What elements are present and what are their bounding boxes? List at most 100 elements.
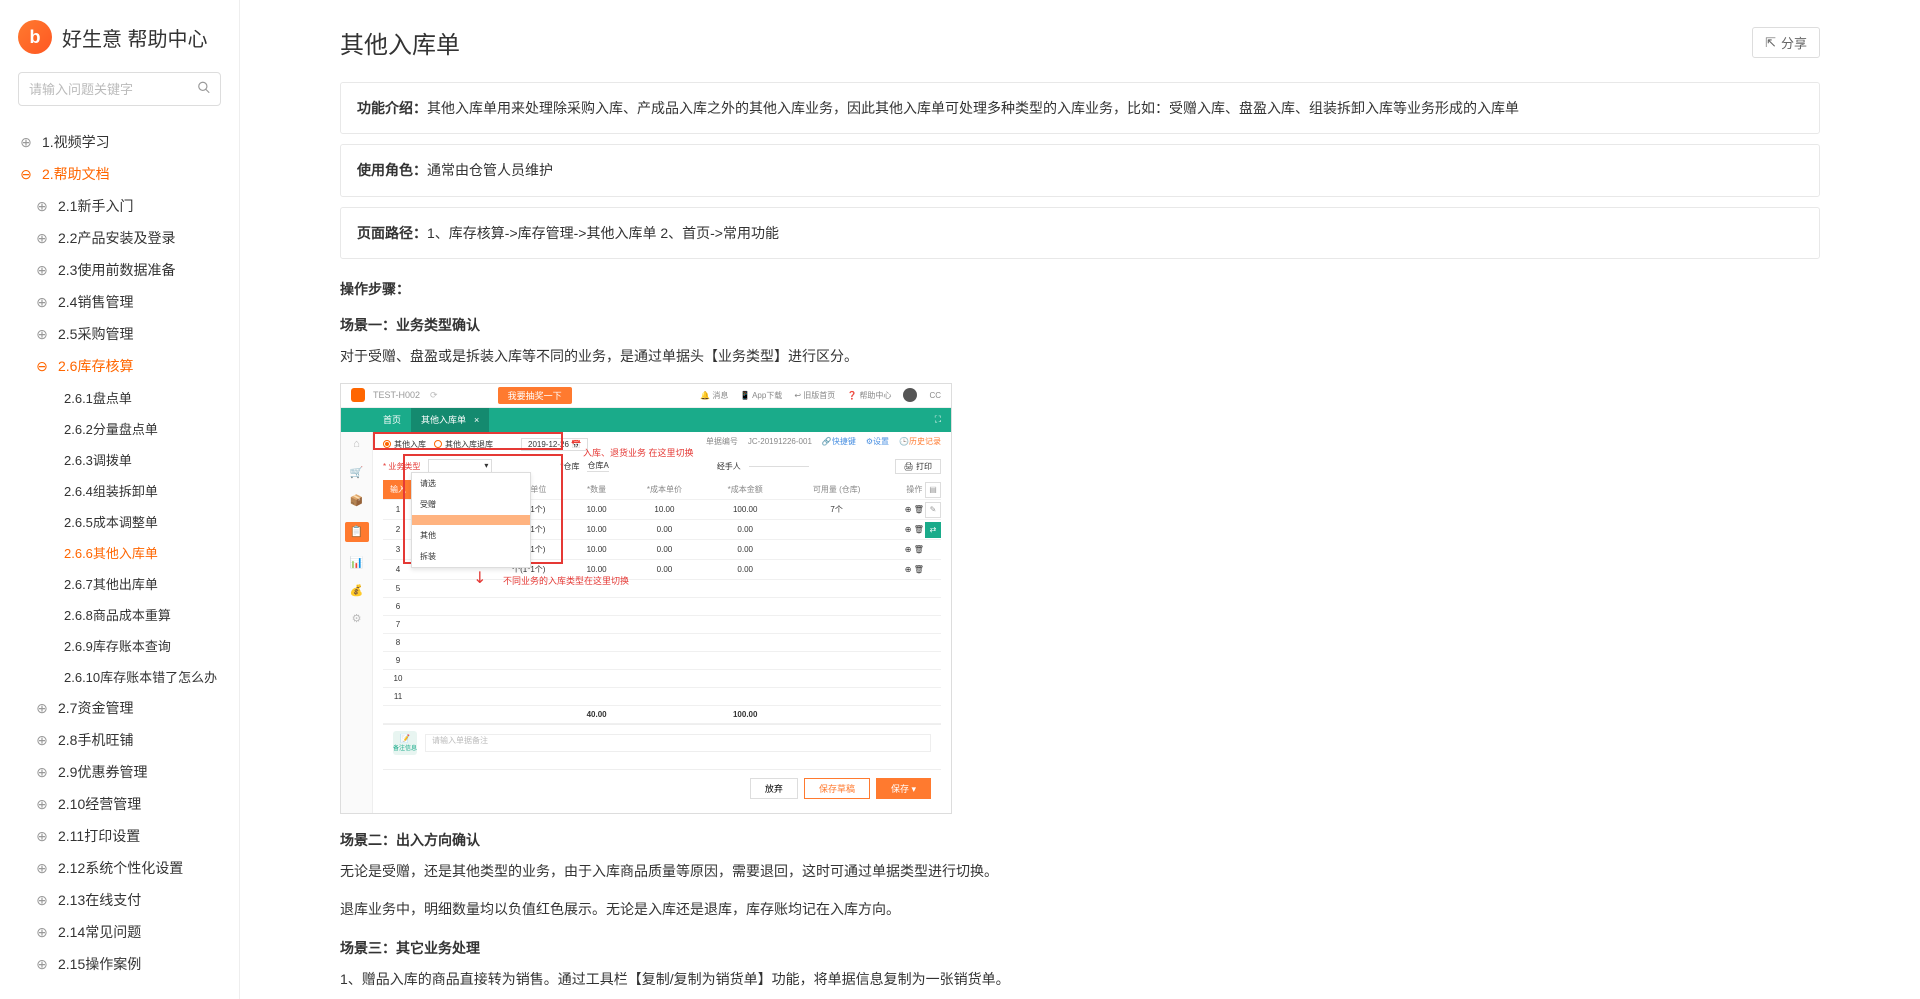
nav-item-2-6-7[interactable]: 2.6.7其他出库单 xyxy=(18,568,221,599)
nav-item-2-12[interactable]: ⊕2.12系统个性化设置 xyxy=(18,852,221,884)
nav-item-2-15[interactable]: ⊕2.15操作案例 xyxy=(18,948,221,980)
nav-label: 2.6.5成本调整单 xyxy=(64,512,158,531)
print-btn: 🖨 打印 xyxy=(895,459,941,474)
nav-item-2-6-6[interactable]: 2.6.6其他入库单 xyxy=(18,537,221,568)
ss-msg: 🔔 消息 xyxy=(700,390,728,401)
table-row: 11 xyxy=(383,687,941,705)
page-title: 其他入库单 xyxy=(340,25,460,60)
nav-item-2-6-2[interactable]: 2.6.2分量盘点单 xyxy=(18,413,221,444)
nav-label: 2.14常见问题 xyxy=(58,922,141,942)
plus-icon: ⊕ xyxy=(34,700,50,716)
nav-item-2-6-10[interactable]: 2.6.10库存账本错了怎么办 xyxy=(18,661,221,692)
search-input[interactable] xyxy=(18,72,221,106)
ss-content: 其他入库 其他入库退库 2019-12-26 📅 ← 入库、退货业务 在这里切换… xyxy=(373,432,951,813)
nav-item-2-1[interactable]: ⊕ 2.1新手入门 xyxy=(18,190,221,222)
annotation-text-1: 入库、退货业务 在这里切换 xyxy=(583,446,694,459)
discard-btn: 放弃 xyxy=(750,778,798,799)
table-row: 6 xyxy=(383,597,941,615)
nav-item-2-6-4[interactable]: 2.6.4组装拆卸单 xyxy=(18,475,221,506)
dd-item-active xyxy=(412,515,530,525)
ss-topbar: TEST-H002 ⟳ 我要抽奖一下 🔔 消息 📱 App下载 ↩ 旧版首页 ❓… xyxy=(341,384,951,408)
handler-input xyxy=(749,466,809,467)
nav-item-2-6-5[interactable]: 2.6.5成本调整单 xyxy=(18,506,221,537)
nav-item-docs[interactable]: ⊖2.帮助文档 xyxy=(18,158,221,190)
share-button[interactable]: ⇱ 分享 xyxy=(1752,27,1820,58)
refresh-icon: ⟳ xyxy=(430,390,438,401)
role-label: 使用角色： xyxy=(357,162,427,178)
nav-label: 2.6.9库存账本查询 xyxy=(64,636,171,655)
role-text: 通常由仓管人员维护 xyxy=(427,162,553,178)
nav-item-2-11[interactable]: ⊕2.11打印设置 xyxy=(18,820,221,852)
nav-item-2-4[interactable]: ⊕ 2.4销售管理 xyxy=(18,286,221,318)
nav-label: 2.1新手入门 xyxy=(58,196,133,216)
page-header: 其他入库单 ⇱ 分享 xyxy=(340,25,1820,60)
plus-icon: ⊕ xyxy=(34,262,50,278)
nav-item-video[interactable]: ⊕1.视频学习 xyxy=(18,126,221,158)
nav-label: 2.4销售管理 xyxy=(58,292,133,312)
nav-label: 2.12系统个性化设置 xyxy=(58,858,183,878)
dd-item: 请选 xyxy=(412,473,530,494)
nav-item-2-3[interactable]: ⊕2.3使用前数据准备 xyxy=(18,254,221,286)
table-row: 8 xyxy=(383,633,941,651)
ss-old: ↩ 旧版首页 xyxy=(794,390,835,401)
nav-item-2-6-8[interactable]: 2.6.8商品成本重算 xyxy=(18,599,221,630)
share-label: 分享 xyxy=(1781,33,1807,52)
plus-icon: ⊕ xyxy=(34,828,50,844)
scenario3-p1: 1、赠品入库的商品直接转为销售。通过工具栏【复制/复制为销货单】功能，将单据信息… xyxy=(340,968,1820,992)
nav-label: 2.6.6其他入库单 xyxy=(64,543,158,562)
expand-icon: ⛶ xyxy=(935,414,941,425)
ss-help: ❓ 帮助中心 xyxy=(847,390,891,401)
intro-text: 其他入库单用来处理除采购入库、产成品入库之外的其他入库业务，因此其他入库单可处理… xyxy=(427,100,1519,116)
note-icon: 📝备注信息 xyxy=(393,731,417,755)
nav-item-2-6-3[interactable]: 2.6.3调拨单 xyxy=(18,444,221,475)
plus-icon: ⊕ xyxy=(34,732,50,748)
ss-test-label: TEST-H002 xyxy=(373,390,420,400)
nav-label: 2.10经营管理 xyxy=(58,794,141,814)
history-link: 🕒历史记录 xyxy=(899,436,941,447)
dd-item: 其他 xyxy=(412,525,530,546)
nav-item-2-6[interactable]: ⊖2.6库存核算 xyxy=(18,350,221,382)
warehouse-val: 仓库A xyxy=(587,460,608,472)
logo[interactable]: b 好生意 帮助中心 xyxy=(18,20,221,54)
nav-label: 2.13在线支付 xyxy=(58,890,141,910)
plus-icon: ⊕ xyxy=(34,294,50,310)
tool-icon-active: ⇄ xyxy=(925,522,941,538)
ss-body: ⌂ 🛒 📦 📋 📊 💰 ⚙ 其他入库 其他入库退库 2019-12 xyxy=(341,432,951,813)
ss-leftbar: ⌂ 🛒 📦 📋 📊 💰 ⚙ xyxy=(341,432,373,813)
main-content: 其他入库单 ⇱ 分享 功能介绍：其他入库单用来处理除采购入库、产成品入库之外的其… xyxy=(240,0,1920,999)
nav-item-2-6-1[interactable]: 2.6.1盘点单 xyxy=(18,382,221,413)
ss-tab-active: 其他入库单× xyxy=(411,408,489,432)
sidebar: b 好生意 帮助中心 ⊕1.视频学习 ⊖2.帮助文档 ⊕ 2.1新手入门 ⊕2.2… xyxy=(0,0,240,999)
search-icon[interactable] xyxy=(197,81,211,98)
nav-item-2-14[interactable]: ⊕2.14常见问题 xyxy=(18,916,221,948)
minus-icon: ⊖ xyxy=(18,166,34,182)
nav-item-2-5[interactable]: ⊕2.5采购管理 xyxy=(18,318,221,350)
ss-lottery-btn: 我要抽奖一下 xyxy=(498,387,572,404)
tool-icon: ✎ xyxy=(925,502,941,518)
plus-icon: ⊕ xyxy=(34,956,50,972)
note-input: 请输入单据备注 xyxy=(425,734,931,752)
avatar-icon xyxy=(903,388,917,402)
dd-item: 受赠 xyxy=(412,494,530,515)
nav-item-2-7[interactable]: ⊕2.7资金管理 xyxy=(18,692,221,724)
nav-item-2-9[interactable]: ⊕2.9优惠券管理 xyxy=(18,756,221,788)
scenario1-text: 对于受赠、盘盈或是拆装入库等不同的业务，是通过单据头【业务类型】进行区分。 xyxy=(340,345,1820,369)
nav-item-2-13[interactable]: ⊕ 2.13在线支付 xyxy=(18,884,221,916)
plus-icon: ⊕ xyxy=(34,230,50,246)
table-row: 5 xyxy=(383,579,941,597)
table-row: 10 xyxy=(383,669,941,687)
nav-item-2-6-9[interactable]: 2.6.9库存账本查询 xyxy=(18,630,221,661)
doc-no-label: 单据编号 xyxy=(706,436,738,447)
nav-item-2-8[interactable]: ⊕2.8手机旺铺 xyxy=(18,724,221,756)
plus-icon: ⊕ xyxy=(34,198,50,214)
plus-icon: ⊕ xyxy=(34,892,50,908)
nav-item-2-10[interactable]: ⊕2.10经营管理 xyxy=(18,788,221,820)
embedded-screenshot: TEST-H002 ⟳ 我要抽奖一下 🔔 消息 📱 App下载 ↩ 旧版首页 ❓… xyxy=(340,383,952,814)
scenario2-p2: 退库业务中，明细数量均以负值红色展示。无论是入库还是退库，库存账均记在入库方向。 xyxy=(340,898,1820,922)
nav-list: ⊕1.视频学习 ⊖2.帮助文档 ⊕2.1新手入门 ⊕2.2产品安装及登录 ⊕2.… xyxy=(18,126,221,980)
plus-icon: ⊕ xyxy=(34,764,50,780)
annotation-box-1 xyxy=(373,432,563,450)
nav-item-2-2[interactable]: ⊕2.2产品安装及登录 xyxy=(18,222,221,254)
handler-label: 经手人 xyxy=(717,461,741,472)
gear-icon: ⚙ xyxy=(350,612,364,626)
